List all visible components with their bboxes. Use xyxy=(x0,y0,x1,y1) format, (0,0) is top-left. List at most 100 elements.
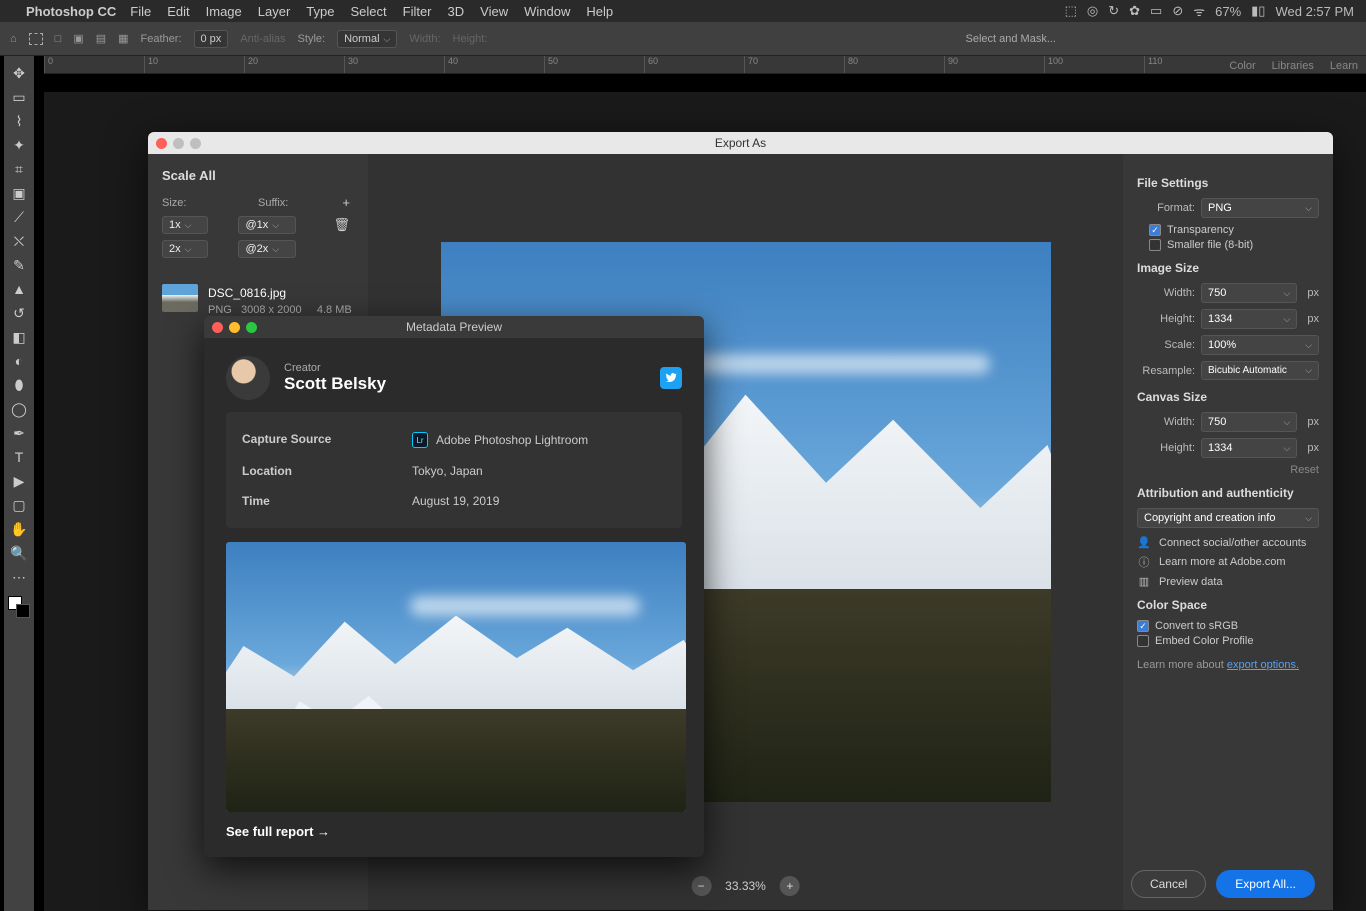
eraser-tool-icon[interactable]: ◧ xyxy=(6,326,32,348)
magic-wand-tool-icon[interactable]: ✦ xyxy=(6,134,32,156)
twitter-icon[interactable] xyxy=(660,367,682,389)
menu-edit[interactable]: Edit xyxy=(167,4,189,19)
asset-format: PNG xyxy=(208,304,232,316)
reset-button[interactable]: Reset xyxy=(1137,464,1319,476)
tab-color[interactable]: Color xyxy=(1227,56,1257,76)
lasso-tool-icon[interactable]: ⌇ xyxy=(6,110,32,132)
eyedropper-tool-icon[interactable]: ⟋ xyxy=(6,206,32,228)
resample-select[interactable]: Bicubic Automatic⌵ xyxy=(1201,361,1319,380)
capture-source-key: Capture Source xyxy=(242,432,412,448)
edit-toolbar-icon[interactable]: ⋯ xyxy=(6,566,32,588)
sync-icon[interactable]: ↻ xyxy=(1108,3,1119,19)
menu-image[interactable]: Image xyxy=(206,4,242,19)
brush-tool-icon[interactable]: ✎ xyxy=(6,254,32,276)
gradient-tool-icon[interactable]: ◐ xyxy=(6,350,32,372)
suffix-select-1[interactable]: @1x⌵ xyxy=(238,216,296,234)
tab-learn[interactable]: Learn xyxy=(1328,56,1360,76)
foreground-background-swatch[interactable] xyxy=(8,596,30,618)
home-icon[interactable]: ⌂ xyxy=(10,33,17,45)
rectangle-tool-icon[interactable]: ▢ xyxy=(6,494,32,516)
select-and-mask-button[interactable]: Select and Mask... xyxy=(966,33,1057,45)
frame-tool-icon[interactable]: ▣ xyxy=(6,182,32,204)
see-full-report-link[interactable]: See full report → xyxy=(226,824,682,839)
menu-help[interactable]: Help xyxy=(586,4,613,19)
connect-accounts-link[interactable]: 👤Connect social/other accounts xyxy=(1137,536,1319,549)
healing-brush-tool-icon[interactable]: ⛌ xyxy=(6,230,32,252)
dropbox-icon[interactable]: ⬚ xyxy=(1065,3,1077,19)
history-brush-tool-icon[interactable]: ↺ xyxy=(6,302,32,324)
dodge-tool-icon[interactable]: ◯ xyxy=(6,398,32,420)
type-tool-icon[interactable]: T xyxy=(6,446,32,468)
minimize-window-icon[interactable] xyxy=(229,322,240,333)
export-titlebar[interactable]: Export As xyxy=(148,132,1333,154)
canvas-width-input[interactable]: 750⌵ xyxy=(1201,412,1297,432)
canvas-height-input[interactable]: 1334⌵ xyxy=(1201,438,1297,458)
minimize-window-icon[interactable] xyxy=(173,138,184,149)
metadata-table: Capture SourceLrAdobe Photoshop Lightroo… xyxy=(226,412,682,528)
style-select[interactable]: Normal⌵ xyxy=(337,30,397,48)
convert-srgb-checkbox[interactable] xyxy=(1137,620,1149,632)
feather-label: Feather: xyxy=(141,33,182,45)
copyright-select[interactable]: Copyright and creation info⌵ xyxy=(1137,508,1319,528)
feather-value[interactable]: 0 px xyxy=(194,30,229,48)
menu-filter[interactable]: Filter xyxy=(403,4,432,19)
new-selection-icon[interactable]: □ xyxy=(55,33,62,45)
path-selection-tool-icon[interactable]: ▶ xyxy=(6,470,32,492)
marquee-tool-icon[interactable]: ▭ xyxy=(6,86,32,108)
format-select[interactable]: PNG⌵ xyxy=(1201,198,1319,218)
intersect-selection-icon[interactable]: ▦ xyxy=(118,32,128,45)
menu-window[interactable]: Window xyxy=(524,4,570,19)
gear-icon[interactable]: ✿ xyxy=(1129,3,1140,19)
export-all-button[interactable]: Export All... xyxy=(1216,870,1315,898)
add-size-button[interactable]: + xyxy=(338,195,354,210)
size-select-1[interactable]: 1x⌵ xyxy=(162,216,208,234)
creator-role-label: Creator xyxy=(284,362,386,374)
menu-layer[interactable]: Layer xyxy=(258,4,291,19)
preview-data-link[interactable]: ▥Preview data xyxy=(1137,575,1319,588)
blur-tool-icon[interactable]: ⬮ xyxy=(6,374,32,396)
pen-tool-icon[interactable]: ✒ xyxy=(6,422,32,444)
close-window-icon[interactable] xyxy=(212,322,223,333)
battery-icon[interactable]: ▮▯ xyxy=(1251,3,1265,19)
delete-size-button[interactable]: 🗑 xyxy=(329,217,354,233)
scale-select[interactable]: 100%⌵ xyxy=(1201,335,1319,355)
crop-tool-icon[interactable]: ⌗ xyxy=(6,158,32,180)
move-tool-icon[interactable]: ✥ xyxy=(6,62,32,84)
menu-type[interactable]: Type xyxy=(306,4,334,19)
menu-view[interactable]: View xyxy=(480,4,508,19)
tab-libraries[interactable]: Libraries xyxy=(1270,56,1316,76)
width-input[interactable]: 750⌵ xyxy=(1201,283,1297,303)
size-select-2[interactable]: 2x⌵ xyxy=(162,240,208,258)
close-window-icon[interactable] xyxy=(156,138,167,149)
clone-stamp-tool-icon[interactable]: ▲ xyxy=(6,278,32,300)
location-value: Tokyo, Japan xyxy=(412,464,483,478)
maximize-window-icon[interactable] xyxy=(190,138,201,149)
app-name[interactable]: Photoshop CC xyxy=(26,4,116,19)
learn-adobe-link[interactable]: ⓘLearn more at Adobe.com xyxy=(1137,554,1319,570)
transparency-checkbox[interactable] xyxy=(1149,224,1161,236)
zoom-in-button[interactable]: + xyxy=(780,876,800,896)
hand-tool-icon[interactable]: ✋ xyxy=(6,518,32,540)
embed-profile-checkbox[interactable] xyxy=(1137,635,1149,647)
height-input[interactable]: 1334⌵ xyxy=(1201,309,1297,329)
metadata-titlebar[interactable]: Metadata Preview xyxy=(204,316,704,338)
export-options-link[interactable]: export options. xyxy=(1227,659,1299,671)
subtract-selection-icon[interactable]: ▤ xyxy=(96,32,106,45)
zoom-out-button[interactable]: − xyxy=(691,876,711,896)
suffix-select-2[interactable]: @2x⌵ xyxy=(238,240,296,258)
wifi-icon[interactable]: ᯤ xyxy=(1193,2,1205,20)
marquee-tool-icon[interactable] xyxy=(29,33,43,45)
maximize-window-icon[interactable] xyxy=(246,322,257,333)
asset-row[interactable]: DSC_0816.jpg PNG 3008 x 2000 4.8 MB xyxy=(162,284,354,319)
cc-icon[interactable]: ◎ xyxy=(1087,3,1098,19)
menu-select[interactable]: Select xyxy=(350,4,386,19)
menu-file[interactable]: File xyxy=(130,4,151,19)
menu-3d[interactable]: 3D xyxy=(448,4,465,19)
display-icon[interactable]: ▭ xyxy=(1150,3,1162,19)
cancel-button[interactable]: Cancel xyxy=(1131,870,1206,898)
do-not-disturb-icon[interactable]: ⊘ xyxy=(1172,3,1183,19)
clock[interactable]: Wed 2:57 PM xyxy=(1275,4,1354,19)
smaller-file-checkbox[interactable] xyxy=(1149,239,1161,251)
zoom-tool-icon[interactable]: 🔍 xyxy=(6,542,32,564)
add-selection-icon[interactable]: ▣ xyxy=(73,32,83,45)
